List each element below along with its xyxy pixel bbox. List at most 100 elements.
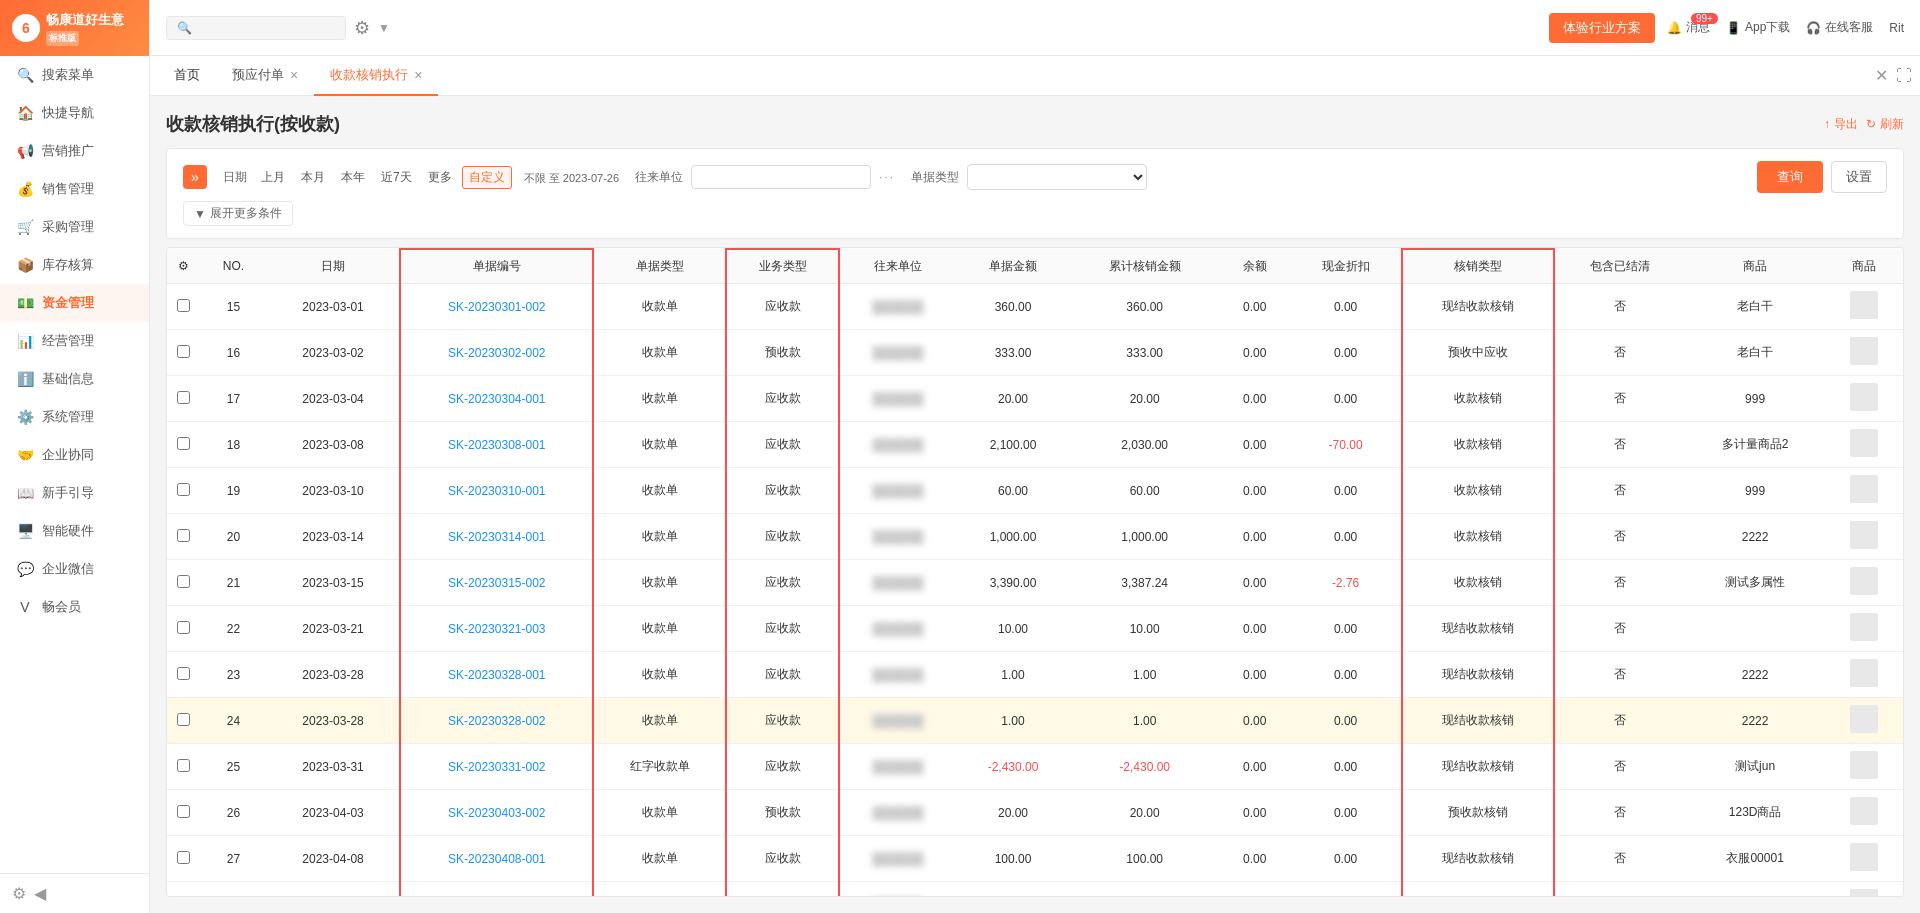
sidebar-item-purchase[interactable]: 🛒采购管理 <box>0 208 149 246</box>
table-row[interactable]: 25 2023-03-31 SK-20230331-002 红字收款单 应收款 … <box>167 744 1903 790</box>
sidebar-item-finance[interactable]: 💵资金管理 <box>0 284 149 322</box>
table-row[interactable]: 24 2023-03-28 SK-20230328-002 收款单 应收款 ██… <box>167 698 1903 744</box>
row-voucher-no[interactable]: SK-20230328-001 <box>400 652 593 698</box>
row-voucher-no[interactable]: SK-20230301-002 <box>400 284 593 330</box>
row-voucher-no[interactable]: SK-20230321-003 <box>400 606 593 652</box>
table-row[interactable]: 27 2023-04-08 SK-20230408-001 收款单 应收款 ██… <box>167 836 1903 882</box>
filter-expand-button[interactable]: » <box>183 165 207 189</box>
voucher-link[interactable]: SK-20230403-002 <box>448 806 545 820</box>
row-voucher-no[interactable]: SK-20230314-001 <box>400 514 593 560</box>
row-voucher-no[interactable]: SK-20230408-001 <box>400 836 593 882</box>
row-checkbox[interactable] <box>167 560 200 606</box>
window-expand-icon[interactable]: ⛶ <box>1896 67 1912 85</box>
voucher-link[interactable]: SK-20230328-001 <box>448 668 545 682</box>
table-row[interactable]: 20 2023-03-14 SK-20230314-001 收款单 应收款 ██… <box>167 514 1903 560</box>
date-more[interactable]: 更多 <box>422 167 458 188</box>
close-collection-tab-icon[interactable]: × <box>414 67 422 83</box>
sidebar-item-marketing[interactable]: 📢营销推广 <box>0 132 149 170</box>
sidebar-item-basic[interactable]: ℹ️基础信息 <box>0 360 149 398</box>
sidebar-item-inventory[interactable]: 📦库存核算 <box>0 246 149 284</box>
voucher-link[interactable]: SK-20230314-001 <box>448 530 545 544</box>
table-row[interactable]: 18 2023-03-08 SK-20230308-001 收款单 应收款 ██… <box>167 422 1903 468</box>
online-service-link[interactable]: 🎧 在线客服 <box>1806 19 1873 36</box>
app-download-link[interactable]: 📱 App下载 <box>1726 19 1790 36</box>
tab-collection[interactable]: 收款核销执行 × <box>314 56 438 96</box>
table-row[interactable]: 16 2023-03-02 SK-20230302-002 收款单 预收款 ██… <box>167 330 1903 376</box>
sidebar-item-hardware[interactable]: 🖥️智能硬件 <box>0 512 149 550</box>
header-settings-icon[interactable]: ⚙ <box>354 17 370 39</box>
table-row[interactable]: 26 2023-04-03 SK-20230403-002 收款单 预收款 ██… <box>167 790 1903 836</box>
row-voucher-no[interactable]: SK-20230328-002 <box>400 698 593 744</box>
row-checkbox[interactable] <box>167 422 200 468</box>
partner-filter-input[interactable] <box>691 165 871 189</box>
row-checkbox[interactable] <box>167 376 200 422</box>
export-button[interactable]: ↑ 导出 <box>1824 116 1858 133</box>
row-voucher-no[interactable]: SK-20230302-002 <box>400 330 593 376</box>
row-checkbox[interactable] <box>167 468 200 514</box>
partner-more-icon[interactable]: ··· <box>879 170 895 184</box>
voucher-link[interactable]: SK-20230408-001 <box>448 852 545 866</box>
row-checkbox[interactable] <box>167 284 200 330</box>
column-settings-button[interactable]: 设置 <box>1831 161 1887 193</box>
sidebar-item-system[interactable]: ⚙️系统管理 <box>0 398 149 436</box>
date-this-month[interactable]: 本月 <box>295 167 331 188</box>
col-settings[interactable]: ⚙ <box>167 249 200 284</box>
row-voucher-no[interactable]: SK-20230310-001 <box>400 468 593 514</box>
search-bar[interactable]: 🔍 <box>166 16 346 40</box>
row-checkbox[interactable] <box>167 836 200 882</box>
table-row[interactable]: 21 2023-03-15 SK-20230315-002 收款单 应收款 ██… <box>167 560 1903 606</box>
date-last-month[interactable]: 上月 <box>255 167 291 188</box>
voucher-link[interactable]: SK-20230331-002 <box>448 760 545 774</box>
table-row[interactable]: 28 2023-04-18 SK-20230418-001 收款单 应收款 ██… <box>167 882 1903 898</box>
sidebar-item-guide[interactable]: 📖新手引导 <box>0 474 149 512</box>
table-row[interactable]: 22 2023-03-21 SK-20230321-003 收款单 应收款 ██… <box>167 606 1903 652</box>
voucher-link[interactable]: SK-20230302-002 <box>448 346 545 360</box>
dropdown-arrow-icon[interactable]: ▼ <box>378 21 390 35</box>
table-row[interactable]: 15 2023-03-01 SK-20230301-002 收款单 应收款 ██… <box>167 284 1903 330</box>
sidebar-item-operation[interactable]: 📊经营管理 <box>0 322 149 360</box>
refresh-button[interactable]: ↻ 刷新 <box>1866 116 1904 133</box>
sidebar-item-search[interactable]: 🔍搜索菜单 <box>0 56 149 94</box>
row-checkbox[interactable] <box>167 698 200 744</box>
sidebar-item-quick[interactable]: 🏠快捷导航 <box>0 94 149 132</box>
close-prepay-tab-icon[interactable]: × <box>290 67 298 83</box>
messages-link[interactable]: 🔔 消息 99+ <box>1667 19 1710 36</box>
row-voucher-no[interactable]: SK-20230315-002 <box>400 560 593 606</box>
window-close-icon[interactable]: ✕ <box>1875 66 1888 85</box>
date-custom-button[interactable]: 自定义 <box>462 166 512 189</box>
row-checkbox[interactable] <box>167 330 200 376</box>
voucher-link[interactable]: SK-20230328-002 <box>448 714 545 728</box>
expand-more-button[interactable]: ▼ 展开更多条件 <box>183 201 293 226</box>
voucher-link[interactable]: SK-20230308-001 <box>448 438 545 452</box>
row-checkbox[interactable] <box>167 652 200 698</box>
user-area[interactable]: Rit <box>1889 21 1904 35</box>
sidebar-item-corp[interactable]: 🤝企业协同 <box>0 436 149 474</box>
row-checkbox[interactable] <box>167 606 200 652</box>
sidebar-collapse-icon[interactable]: ◀ <box>34 884 46 903</box>
date-this-year[interactable]: 本年 <box>335 167 371 188</box>
table-row[interactable]: 17 2023-03-04 SK-20230304-001 收款单 应收款 ██… <box>167 376 1903 422</box>
sidebar-settings-icon[interactable]: ⚙ <box>12 884 26 903</box>
row-voucher-no[interactable]: SK-20230308-001 <box>400 422 593 468</box>
date-7days[interactable]: 近7天 <box>375 167 418 188</box>
row-checkbox[interactable] <box>167 744 200 790</box>
voucher-link[interactable]: SK-20230310-001 <box>448 484 545 498</box>
row-checkbox[interactable] <box>167 514 200 560</box>
row-checkbox[interactable] <box>167 882 200 898</box>
table-row[interactable]: 19 2023-03-10 SK-20230310-001 收款单 应收款 ██… <box>167 468 1903 514</box>
voucher-link[interactable]: SK-20230315-002 <box>448 576 545 590</box>
sidebar-item-member[interactable]: V畅会员 <box>0 588 149 626</box>
voucher-type-select[interactable] <box>967 164 1147 190</box>
sidebar-item-wechat[interactable]: 💬企业微信 <box>0 550 149 588</box>
query-button[interactable]: 查询 <box>1757 161 1823 193</box>
row-voucher-no[interactable]: SK-20230304-001 <box>400 376 593 422</box>
voucher-link[interactable]: SK-20230304-001 <box>448 392 545 406</box>
row-voucher-no[interactable]: SK-20230418-001 <box>400 882 593 898</box>
row-voucher-no[interactable]: SK-20230403-002 <box>400 790 593 836</box>
row-voucher-no[interactable]: SK-20230331-002 <box>400 744 593 790</box>
tab-prepay[interactable]: 预应付单 × <box>216 56 314 96</box>
row-checkbox[interactable] <box>167 790 200 836</box>
solution-button[interactable]: 体验行业方案 <box>1549 13 1655 43</box>
tab-home[interactable]: 首页 <box>158 56 216 96</box>
table-row[interactable]: 23 2023-03-28 SK-20230328-001 收款单 应收款 ██… <box>167 652 1903 698</box>
